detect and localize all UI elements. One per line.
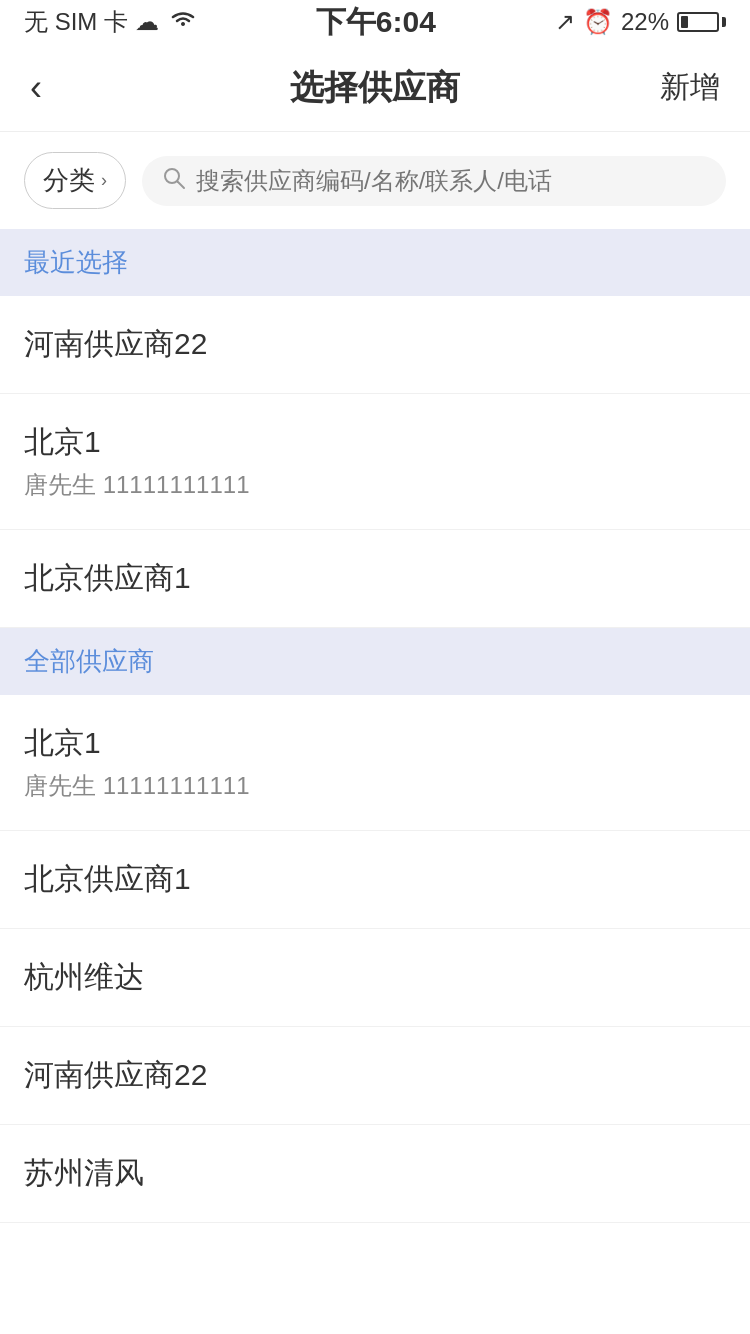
item-name: 河南供应商22 — [24, 1055, 726, 1096]
filter-row: 分类 › — [0, 132, 750, 229]
all-list: 北京1 唐先生 11111111111 北京供应商1 杭州维达河南供应商22 苏州清风 — [0, 695, 750, 1223]
add-new-button[interactable]: 新增 — [660, 67, 720, 108]
list-item[interactable]: 北京1 唐先生 11111111111 — [0, 394, 750, 530]
item-name: 北京1 — [24, 422, 726, 463]
status-left: 无 SIM 卡 ☁ — [24, 6, 197, 38]
svg-line-1 — [178, 181, 185, 188]
page-title: 选择供应商 — [290, 65, 460, 111]
item-name: 苏州清风 — [24, 1153, 726, 1194]
sim-status: 无 SIM 卡 ☁ — [24, 6, 159, 38]
list-item[interactable]: 河南供应商22 — [0, 1027, 750, 1125]
category-label: 分类 — [43, 163, 95, 198]
item-name: 北京供应商1 — [24, 558, 726, 599]
battery-icon — [677, 12, 726, 32]
item-name: 北京1 — [24, 723, 726, 764]
recent-section-header: 最近选择 — [0, 229, 750, 296]
all-section-label: 全部供应商 — [24, 646, 154, 676]
list-item[interactable]: 北京供应商1 — [0, 831, 750, 929]
nav-bar: ‹ 选择供应商 新增 — [0, 44, 750, 132]
alarm-icon: ⏰ — [583, 8, 613, 36]
item-name: 北京供应商1 — [24, 859, 726, 900]
wifi-icon — [169, 8, 197, 36]
recent-section-label: 最近选择 — [24, 247, 128, 277]
search-box[interactable] — [142, 156, 726, 206]
back-button[interactable]: ‹ — [30, 67, 90, 109]
list-item[interactable]: 北京供应商1 — [0, 530, 750, 628]
list-item[interactable]: 北京1 唐先生 11111111111 — [0, 695, 750, 831]
item-sub: 唐先生 11111111111 — [24, 469, 726, 501]
item-name: 河南供应商22 — [24, 324, 726, 365]
location-icon: ↗ — [555, 8, 575, 36]
list-item[interactable]: 河南供应商22 — [0, 296, 750, 394]
item-name: 杭州维达 — [24, 957, 726, 998]
list-item[interactable]: 杭州维达 — [0, 929, 750, 1027]
recent-list: 河南供应商22 北京1 唐先生 11111111111 北京供应商1 — [0, 296, 750, 628]
chevron-right-icon: › — [101, 170, 107, 191]
search-input[interactable] — [196, 167, 706, 195]
search-icon — [162, 166, 186, 196]
status-bar: 无 SIM 卡 ☁ 下午6:04 ↗ ⏰ 22% — [0, 0, 750, 44]
all-section-header: 全部供应商 — [0, 628, 750, 695]
status-time: 下午6:04 — [316, 2, 436, 43]
status-right: ↗ ⏰ 22% — [555, 8, 726, 36]
category-filter-button[interactable]: 分类 › — [24, 152, 126, 209]
battery-percent: 22% — [621, 8, 669, 36]
item-sub: 唐先生 11111111111 — [24, 770, 726, 802]
list-item[interactable]: 苏州清风 — [0, 1125, 750, 1223]
